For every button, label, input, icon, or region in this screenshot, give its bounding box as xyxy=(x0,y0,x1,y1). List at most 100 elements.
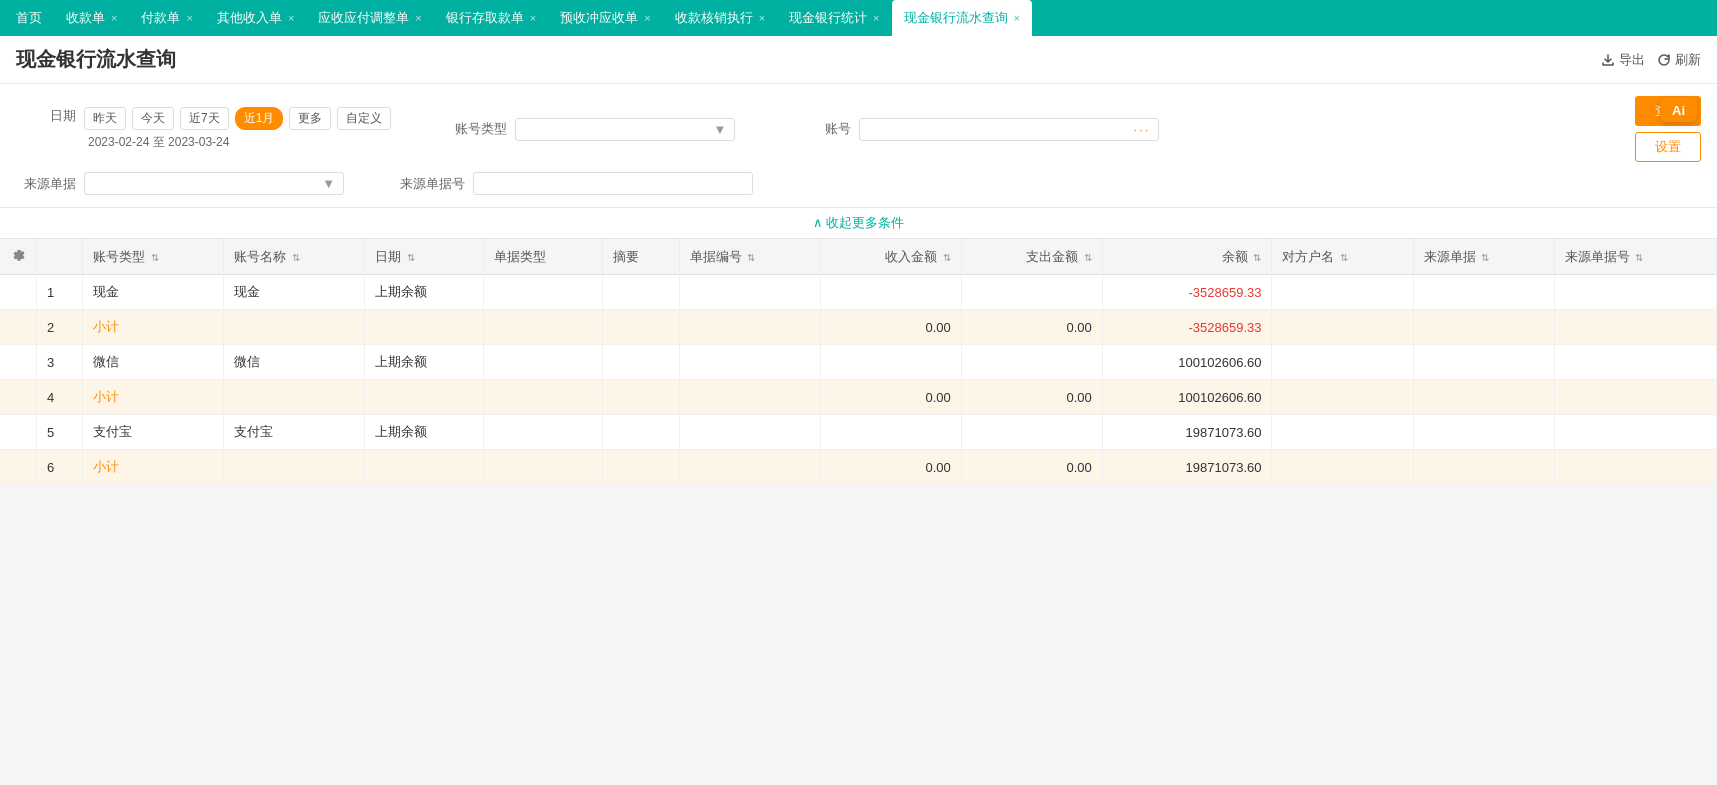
td-doc-no-3 xyxy=(679,345,820,380)
th-account-type[interactable]: 账号类型 ⇅ xyxy=(82,239,223,275)
date-custom[interactable]: 自定义 xyxy=(337,107,391,130)
td-account-type-3: 微信 xyxy=(82,345,223,380)
th-summary-label: 摘要 xyxy=(613,249,639,264)
nav-bank-deposit-close[interactable]: × xyxy=(530,12,536,24)
td-date-4 xyxy=(365,380,484,415)
td-counterparty-4 xyxy=(1272,380,1413,415)
th-doc-no[interactable]: 单据编号 ⇅ xyxy=(679,239,820,275)
collapse-bar[interactable]: ∧ 收起更多条件 xyxy=(0,208,1717,239)
td-counterparty-6 xyxy=(1272,450,1413,485)
nav-cash-flow[interactable]: 现金银行流水查询 × xyxy=(892,0,1032,36)
td-source-doc-no-3 xyxy=(1554,345,1716,380)
td-income-5 xyxy=(820,415,961,450)
export-icon xyxy=(1601,53,1615,67)
td-income-6: 0.00 xyxy=(820,450,961,485)
td-balance-4: 100102606.60 xyxy=(1102,380,1272,415)
date-7days[interactable]: 近7天 xyxy=(180,107,229,130)
settings-icon[interactable] xyxy=(10,247,26,263)
td-summary-4 xyxy=(602,380,679,415)
sort-counterparty-icon: ⇅ xyxy=(1340,252,1348,263)
ai-button[interactable]: Ai xyxy=(1660,97,1697,122)
date-more[interactable]: 更多 xyxy=(289,107,331,130)
nav-adjustment[interactable]: 应收应付调整单 × xyxy=(306,0,433,36)
nav-payment-close[interactable]: × xyxy=(186,12,192,24)
td-date-1: 上期余额 xyxy=(365,275,484,310)
date-options: 昨天 今天 近7天 近1月 更多 自定义 xyxy=(84,107,391,130)
th-doc-type-label: 单据类型 xyxy=(494,249,546,264)
account-type-select[interactable]: ▼ xyxy=(515,118,735,141)
account-label: 账号 xyxy=(791,120,851,138)
nav-bank-deposit[interactable]: 银行存取款单 × xyxy=(434,0,548,36)
td-doc-no-1 xyxy=(679,275,820,310)
header-actions: 导出 刷新 xyxy=(1601,51,1701,69)
nav-cash-stats-close[interactable]: × xyxy=(873,12,879,24)
th-date[interactable]: 日期 ⇅ xyxy=(365,239,484,275)
date-filter-group: 日期 昨天 今天 近7天 近1月 更多 自定义 2023-02-24 至 202… xyxy=(16,107,391,151)
td-checkbox-2 xyxy=(0,310,37,345)
td-source-doc-6 xyxy=(1413,450,1554,485)
th-income[interactable]: 收入金额 ⇅ xyxy=(820,239,961,275)
settings-button[interactable]: 设置 xyxy=(1635,132,1701,162)
nav-collect-exec[interactable]: 收款核销执行 × xyxy=(663,0,777,36)
nav-receipt-close[interactable]: × xyxy=(111,12,117,24)
export-button[interactable]: 导出 xyxy=(1601,51,1645,69)
nav-other-income-close[interactable]: × xyxy=(288,12,294,24)
nav-pre-receipt[interactable]: 预收冲应收单 × xyxy=(548,0,662,36)
td-account-type-6: 小计 xyxy=(82,450,223,485)
td-source-doc-1 xyxy=(1413,275,1554,310)
td-index-2: 2 xyxy=(37,310,83,345)
th-balance[interactable]: 余额 ⇅ xyxy=(1102,239,1272,275)
export-label: 导出 xyxy=(1619,51,1645,69)
account-more-dots[interactable]: ··· xyxy=(1134,122,1151,137)
th-expense[interactable]: 支出金额 ⇅ xyxy=(961,239,1102,275)
nav-cash-flow-close[interactable]: × xyxy=(1014,12,1020,24)
nav-receipt[interactable]: 收款单 × xyxy=(54,0,129,36)
nav-cash-stats[interactable]: 现金银行统计 × xyxy=(777,0,891,36)
sort-income-icon: ⇅ xyxy=(943,252,951,263)
td-doc-type-3 xyxy=(484,345,603,380)
table-row: 3 微信 微信 上期余额 100102606.60 xyxy=(0,345,1717,380)
nav-other-income-label: 其他收入单 xyxy=(217,9,282,27)
nav-pre-receipt-close[interactable]: × xyxy=(644,12,650,24)
td-checkbox-5 xyxy=(0,415,37,450)
nav-collect-exec-close[interactable]: × xyxy=(759,12,765,24)
source-doc-label: 来源单据 xyxy=(16,175,76,193)
refresh-button[interactable]: 刷新 xyxy=(1657,51,1701,69)
top-nav: 首页 收款单 × 付款单 × 其他收入单 × 应收应付调整单 × 银行存取款单 … xyxy=(0,0,1717,36)
th-account-name-label: 账号名称 xyxy=(234,249,286,264)
td-date-3: 上期余额 xyxy=(365,345,484,380)
td-source-doc-no-6 xyxy=(1554,450,1716,485)
nav-adjustment-close[interactable]: × xyxy=(415,12,421,24)
refresh-label: 刷新 xyxy=(1675,51,1701,69)
td-checkbox-3 xyxy=(0,345,37,380)
td-index-5: 5 xyxy=(37,415,83,450)
account-input[interactable] xyxy=(868,122,1133,137)
nav-cash-flow-label: 现金银行流水查询 xyxy=(904,9,1008,27)
td-balance-3: 100102606.60 xyxy=(1102,345,1272,380)
th-account-name[interactable]: 账号名称 ⇅ xyxy=(224,239,365,275)
nav-bank-deposit-label: 银行存取款单 xyxy=(446,9,524,27)
td-index-6: 6 xyxy=(37,450,83,485)
td-account-name-2 xyxy=(224,310,365,345)
source-doc-select[interactable]: ▼ xyxy=(84,172,344,195)
date-yesterday[interactable]: 昨天 xyxy=(84,107,126,130)
nav-receipt-label: 收款单 xyxy=(66,9,105,27)
td-expense-1 xyxy=(961,275,1102,310)
th-source-doc-no[interactable]: 来源单据号 ⇅ xyxy=(1554,239,1716,275)
sort-account-name-icon: ⇅ xyxy=(292,252,300,263)
td-account-type-5: 支付宝 xyxy=(82,415,223,450)
td-expense-4: 0.00 xyxy=(961,380,1102,415)
th-source-doc[interactable]: 来源单据 ⇅ xyxy=(1413,239,1554,275)
th-counterparty[interactable]: 对方户名 ⇅ xyxy=(1272,239,1413,275)
date-today[interactable]: 今天 xyxy=(132,107,174,130)
td-source-doc-no-1 xyxy=(1554,275,1716,310)
nav-payment[interactable]: 付款单 × xyxy=(129,0,204,36)
nav-other-income[interactable]: 其他收入单 × xyxy=(205,0,306,36)
date-1month[interactable]: 近1月 xyxy=(235,107,284,130)
nav-home[interactable]: 首页 xyxy=(4,0,54,36)
table-row: 2 小计 0.00 0.00 -3528659.33 xyxy=(0,310,1717,345)
source-doc-filter: 来源单据 ▼ xyxy=(16,172,344,195)
th-expense-label: 支出金额 xyxy=(1026,249,1078,264)
source-doc-no-input[interactable] xyxy=(473,172,753,195)
td-doc-type-4 xyxy=(484,380,603,415)
